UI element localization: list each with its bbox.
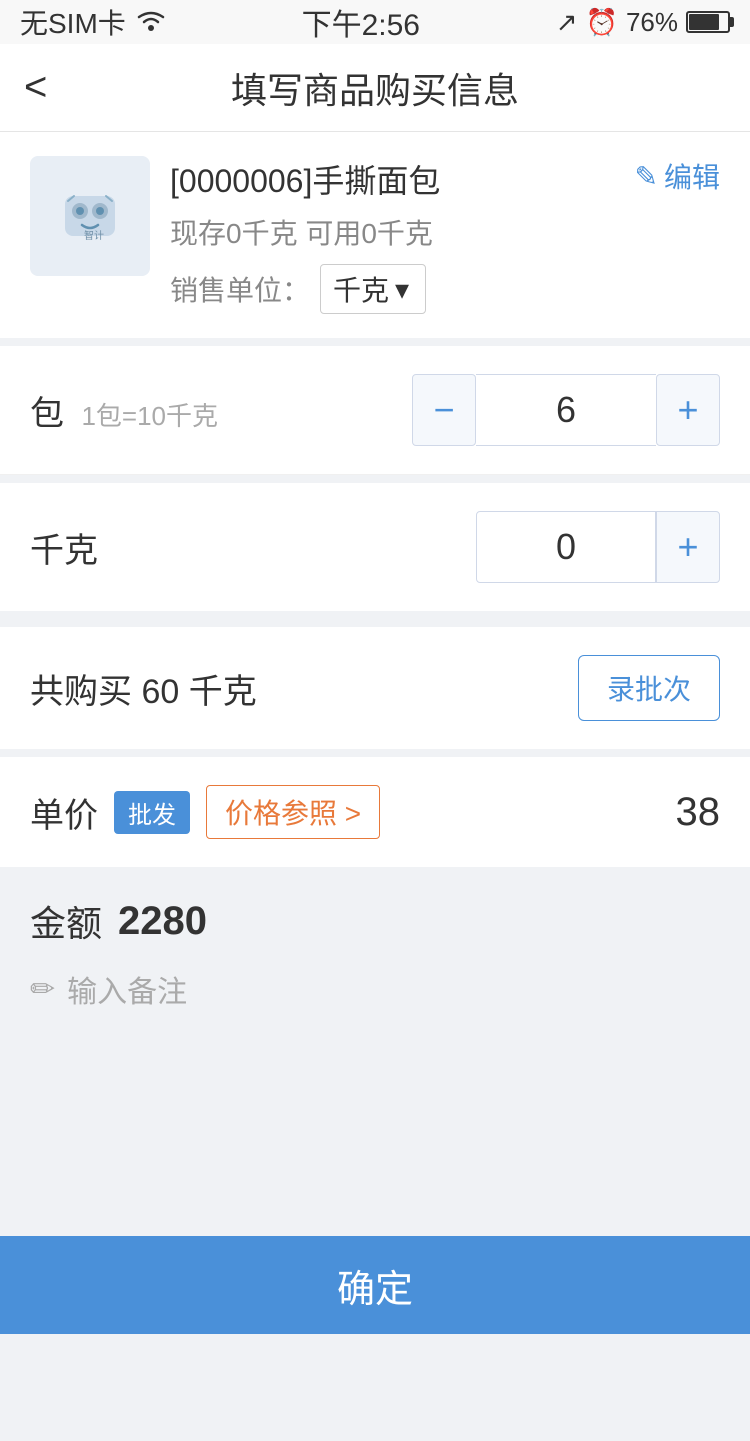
amount-row: 金额 2280 [30, 895, 720, 947]
bao-quantity-section: 包 1包=10千克 − + [0, 346, 750, 475]
svg-text:智计: 智计 [84, 229, 104, 241]
alarm-icon: ⏰ [586, 7, 618, 38]
status-right: ↗ ⏰ 76% [556, 7, 730, 38]
total-row: 共购买 60 千克 录批次 [0, 619, 750, 749]
unit-label: 销售单位： [170, 269, 310, 309]
gps-icon: ↗ [556, 7, 578, 38]
unit-dropdown[interactable]: 千克 ▾ [320, 264, 426, 314]
price-label: 单价 [30, 788, 98, 837]
bao-qty-input[interactable] [476, 374, 656, 446]
bao-label-text: 包 [30, 395, 64, 433]
amount-section: 金额 2280 ✏ 输入备注 [0, 867, 750, 1031]
battery-icon [686, 11, 730, 33]
back-button[interactable]: < [24, 65, 47, 110]
kg-qty-input[interactable] [476, 511, 656, 583]
kg-increment-button[interactable]: + [656, 511, 720, 583]
bao-sublabel: 1包=10千克 [81, 401, 218, 431]
kg-input-row: 千克 + [0, 483, 750, 611]
unit-value: 千克 [333, 269, 389, 309]
bao-qty-control: − + [412, 374, 720, 446]
batch-button[interactable]: 录批次 [578, 655, 720, 721]
edit-icon: ✎ [635, 160, 658, 193]
wifi-icon [136, 6, 166, 38]
price-ref-button[interactable]: 价格参照 > [206, 785, 380, 839]
note-placeholder: 输入备注 [67, 967, 187, 1011]
bao-input-row: 包 1包=10千克 − + [0, 346, 750, 475]
confirm-button[interactable]: 确定 [0, 1236, 750, 1334]
kg-qty-control: + [476, 511, 720, 583]
status-bar: 无SIM卡 下午2:56 ↗ ⏰ 76% [0, 0, 750, 44]
nav-bar: < 填写商品购买信息 [0, 44, 750, 132]
total-label: 共购买 60 千克 [30, 664, 578, 713]
product-logo-icon: 智计 [60, 191, 120, 241]
amount-value: 2280 [118, 899, 207, 944]
product-unit-row: 销售单位： 千克 ▾ [170, 264, 720, 314]
kg-label: 千克 [30, 523, 476, 572]
price-ref-label: 价格参照 > [225, 792, 361, 832]
price-section: 单价 批发 价格参照 > 38 [0, 749, 750, 867]
product-thumbnail: 智计 [30, 156, 150, 276]
status-time: 下午2:56 [302, 0, 420, 44]
edit-label: 编辑 [664, 156, 720, 196]
bao-decrement-button[interactable]: − [412, 374, 476, 446]
dropdown-arrow-icon: ▾ [395, 273, 409, 306]
status-left: 无SIM卡 [20, 2, 166, 42]
battery-percent: 76% [626, 7, 678, 38]
price-batch-tag: 批发 [114, 791, 190, 834]
edit-button[interactable]: ✎ 编辑 [635, 156, 720, 196]
kg-quantity-section: 千克 + [0, 483, 750, 611]
pencil-icon: ✏ [30, 972, 55, 1007]
amount-label: 金额 [30, 895, 102, 947]
note-row[interactable]: ✏ 输入备注 [30, 967, 720, 1011]
product-stock: 现存0千克 可用0千克 [170, 212, 720, 252]
bao-label: 包 1包=10千克 [30, 386, 412, 435]
confirm-label: 确定 [337, 1258, 413, 1313]
bao-increment-button[interactable]: + [656, 374, 720, 446]
bottom-spacer [0, 1331, 750, 1441]
page-title: 填写商品购买信息 [231, 62, 519, 114]
price-value: 38 [676, 790, 721, 835]
product-card: 智计 [0000006]手撕面包 现存0千克 可用0千克 销售单位： 千克 ▾ … [0, 132, 750, 346]
carrier-label: 无SIM卡 [20, 2, 126, 42]
